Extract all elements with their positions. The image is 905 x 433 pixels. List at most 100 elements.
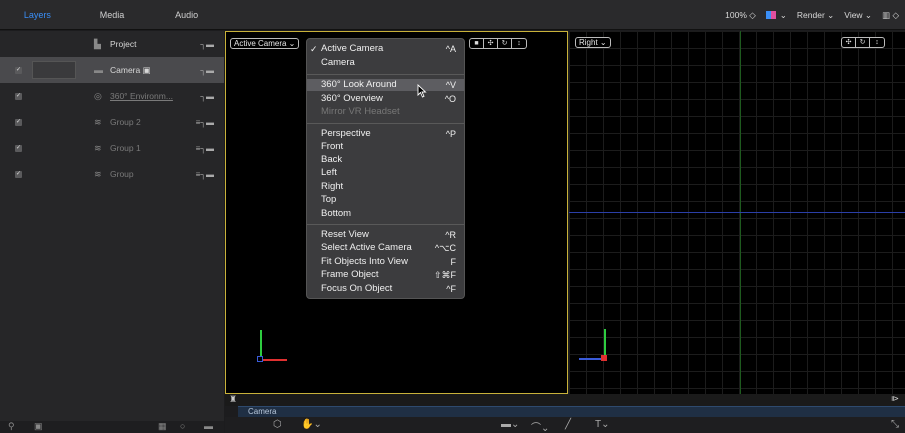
timeline-ruler[interactable]: ♜ ⧐ bbox=[225, 394, 905, 406]
menu-item-left[interactable]: Left bbox=[307, 167, 464, 179]
layer-toggle-icon[interactable]: ┐▬ bbox=[200, 40, 214, 49]
layer-name: Project bbox=[110, 39, 137, 49]
pan-icon[interactable]: ✣ bbox=[484, 39, 498, 48]
menu-separator bbox=[307, 123, 464, 124]
project-icon: ▙ bbox=[94, 38, 101, 49]
layer-thumbnail bbox=[32, 61, 76, 79]
viewport-tools-left: ■ ✣ ↻ ↕ bbox=[469, 38, 527, 49]
layer-row-360-environment[interactable]: ✓ ◎ 360° Environm... ┐▬ bbox=[0, 83, 224, 109]
dolly-icon[interactable]: ↕ bbox=[870, 38, 884, 47]
paint-tool-icon[interactable]: ╱ bbox=[565, 419, 571, 430]
menu-item-perspective[interactable]: Perspective ^P bbox=[307, 128, 464, 140]
menu-item-360-look-around[interactable]: 360° Look Around ^V bbox=[307, 79, 464, 91]
expand-icon[interactable]: ⤡ bbox=[891, 419, 899, 430]
canvas-toolbar: ⬡ ✋⌄ ▬⌄ ⌒⌄ ╱ T⌄ ⤡ bbox=[225, 417, 905, 433]
menu-separator bbox=[307, 224, 464, 225]
menu-item-select-active-camera[interactable]: Select Active Camera ^⌥C bbox=[307, 242, 464, 254]
visibility-checkbox[interactable]: ✓ bbox=[15, 118, 22, 126]
layer-name: Group bbox=[110, 169, 134, 179]
layer-toggle-icon[interactable]: ┐▬ bbox=[200, 92, 214, 101]
checkmark-icon: ✓ bbox=[310, 44, 318, 54]
z-axis-gizmo bbox=[579, 358, 603, 360]
visibility-checkbox[interactable]: ✓ bbox=[15, 66, 22, 74]
z-axis-gizmo bbox=[257, 356, 263, 362]
camera-icon[interactable]: ■ bbox=[470, 39, 484, 48]
menu-item-fit-objects-into-view[interactable]: Fit Objects Into View F bbox=[307, 256, 464, 268]
layer-name: 360° Environm... bbox=[110, 91, 173, 101]
grid-icon[interactable]: ▦ bbox=[158, 421, 167, 432]
layers-footer: ⚲ ▣ ▦ ○ ▬ bbox=[0, 421, 224, 433]
y-axis-gizmo bbox=[260, 330, 262, 357]
layer-name: Camera ▣ bbox=[110, 64, 151, 75]
menu-item-reset-view[interactable]: Reset View ^R bbox=[307, 229, 464, 241]
playhead-icon[interactable]: ♜ bbox=[229, 394, 237, 405]
mask-tool-icon[interactable]: ⌒⌄ bbox=[531, 419, 549, 433]
view-menu[interactable]: View ⌄ bbox=[844, 10, 872, 21]
layer-row-group[interactable]: ✓ ≋ Group ≡┐▬ bbox=[0, 161, 224, 187]
new-layer-icon[interactable]: ▬ bbox=[204, 421, 213, 431]
group-icon: ≋ bbox=[94, 116, 102, 127]
tab-layers[interactable]: Layers bbox=[0, 0, 75, 30]
y-axis-gizmo bbox=[604, 329, 606, 356]
menu-item-frame-object[interactable]: Frame Object ⇧⌘F bbox=[307, 269, 464, 281]
orbit-icon[interactable]: ↻ bbox=[856, 38, 870, 47]
search-icon[interactable]: ⚲ bbox=[8, 421, 15, 432]
dolly-icon[interactable]: ↕ bbox=[512, 39, 526, 48]
x-axis-gizmo bbox=[262, 359, 287, 361]
channels-button[interactable]: ⌄ bbox=[765, 10, 787, 21]
layer-toggle-icon[interactable]: ┐▬ bbox=[200, 66, 214, 75]
menu-separator bbox=[307, 74, 464, 75]
thumbnail-toggle-icon[interactable]: ▣ bbox=[34, 421, 43, 432]
menu-item-bottom[interactable]: Bottom bbox=[307, 208, 464, 220]
grid-axis-horizontal bbox=[569, 212, 905, 213]
menu-item-front[interactable]: Front bbox=[307, 141, 464, 153]
menu-item-active-camera[interactable]: ✓ Active Camera ^A bbox=[307, 43, 464, 55]
render-menu[interactable]: Render ⌄ bbox=[797, 10, 834, 21]
panel-tabs: Layers Media Audio bbox=[0, 0, 224, 30]
transform-tool-icon[interactable]: ⬡ bbox=[273, 419, 282, 430]
menu-item-mirror-vr-headset: Mirror VR Headset bbox=[321, 106, 400, 117]
tab-audio[interactable]: Audio bbox=[149, 0, 224, 30]
visibility-checkbox[interactable]: ✓ bbox=[15, 92, 22, 100]
layer-row-group-2[interactable]: ✓ ≋ Group 2 ≡┐▬ bbox=[0, 109, 224, 135]
viewer-controls: 100% ◇ ⌄ Render ⌄ View ⌄ ▥ ◇ bbox=[725, 0, 899, 30]
camera-select[interactable]: Active Camera ⌄ bbox=[230, 38, 300, 49]
layer-row-project[interactable]: ▙ Project ┐▬ bbox=[0, 31, 224, 57]
layout-icon[interactable]: ▥ ◇ bbox=[882, 10, 899, 21]
group-icon: ≋ bbox=[94, 142, 102, 153]
menu-item-focus-on-object[interactable]: Focus On Object ^F bbox=[307, 283, 464, 295]
pan-icon[interactable]: ✣ bbox=[842, 38, 856, 47]
menu-item-360-overview[interactable]: 360° Overview ^O bbox=[307, 93, 464, 105]
group-icon: ≋ bbox=[94, 168, 102, 179]
visibility-checkbox[interactable]: ✓ bbox=[15, 144, 22, 152]
layer-toggle-icon[interactable]: ≡┐▬ bbox=[196, 144, 214, 153]
camera-icon: ▬ bbox=[94, 65, 103, 75]
orbit-icon[interactable]: ↻ bbox=[498, 39, 512, 48]
tab-media[interactable]: Media bbox=[75, 0, 150, 30]
layer-toggle-icon[interactable]: ≡┐▬ bbox=[196, 118, 214, 127]
view-select[interactable]: Right ⌄ bbox=[575, 37, 611, 48]
menu-item-camera[interactable]: Camera bbox=[307, 57, 464, 69]
text-tool-icon[interactable]: T⌄ bbox=[595, 419, 610, 430]
visibility-checkbox[interactable]: ✓ bbox=[15, 170, 22, 178]
camera-context-menu: ✓ Active Camera ^A Camera 360° Look Aroun… bbox=[306, 38, 465, 299]
menu-item-right[interactable]: Right bbox=[307, 181, 464, 193]
layer-name: Group 2 bbox=[110, 117, 141, 127]
zoom-level[interactable]: 100% ◇ bbox=[725, 10, 756, 21]
timeline-track-camera[interactable]: Camera bbox=[238, 406, 905, 417]
viewport-tools-right: ✣ ↻ ↕ bbox=[841, 37, 885, 48]
layer-row-camera[interactable]: ✓ ▬ Camera ▣ ┐▬ bbox=[0, 57, 224, 83]
channels-icon bbox=[765, 11, 776, 20]
menu-item-back[interactable]: Back bbox=[307, 154, 464, 166]
layer-row-group-1[interactable]: ✓ ≋ Group 1 ≡┐▬ bbox=[0, 135, 224, 161]
shape-tool-icon[interactable]: ▬⌄ bbox=[501, 419, 519, 430]
menu-item-top[interactable]: Top bbox=[307, 194, 464, 206]
mouse-pointer-icon bbox=[417, 84, 427, 98]
viewport-right[interactable]: Right ⌄ ✣ ↻ ↕ bbox=[569, 31, 905, 394]
layer-name: Group 1 bbox=[110, 143, 141, 153]
end-marker-icon[interactable]: ⧐ bbox=[891, 394, 899, 403]
hand-tool-icon[interactable]: ✋⌄ bbox=[301, 419, 322, 430]
layer-toggle-icon[interactable]: ≡┐▬ bbox=[196, 170, 214, 179]
circle-icon[interactable]: ○ bbox=[180, 421, 185, 431]
layers-panel: ▙ Project ┐▬ ✓ ▬ Camera ▣ ┐▬ ✓ ◎ 360° En… bbox=[0, 31, 224, 421]
